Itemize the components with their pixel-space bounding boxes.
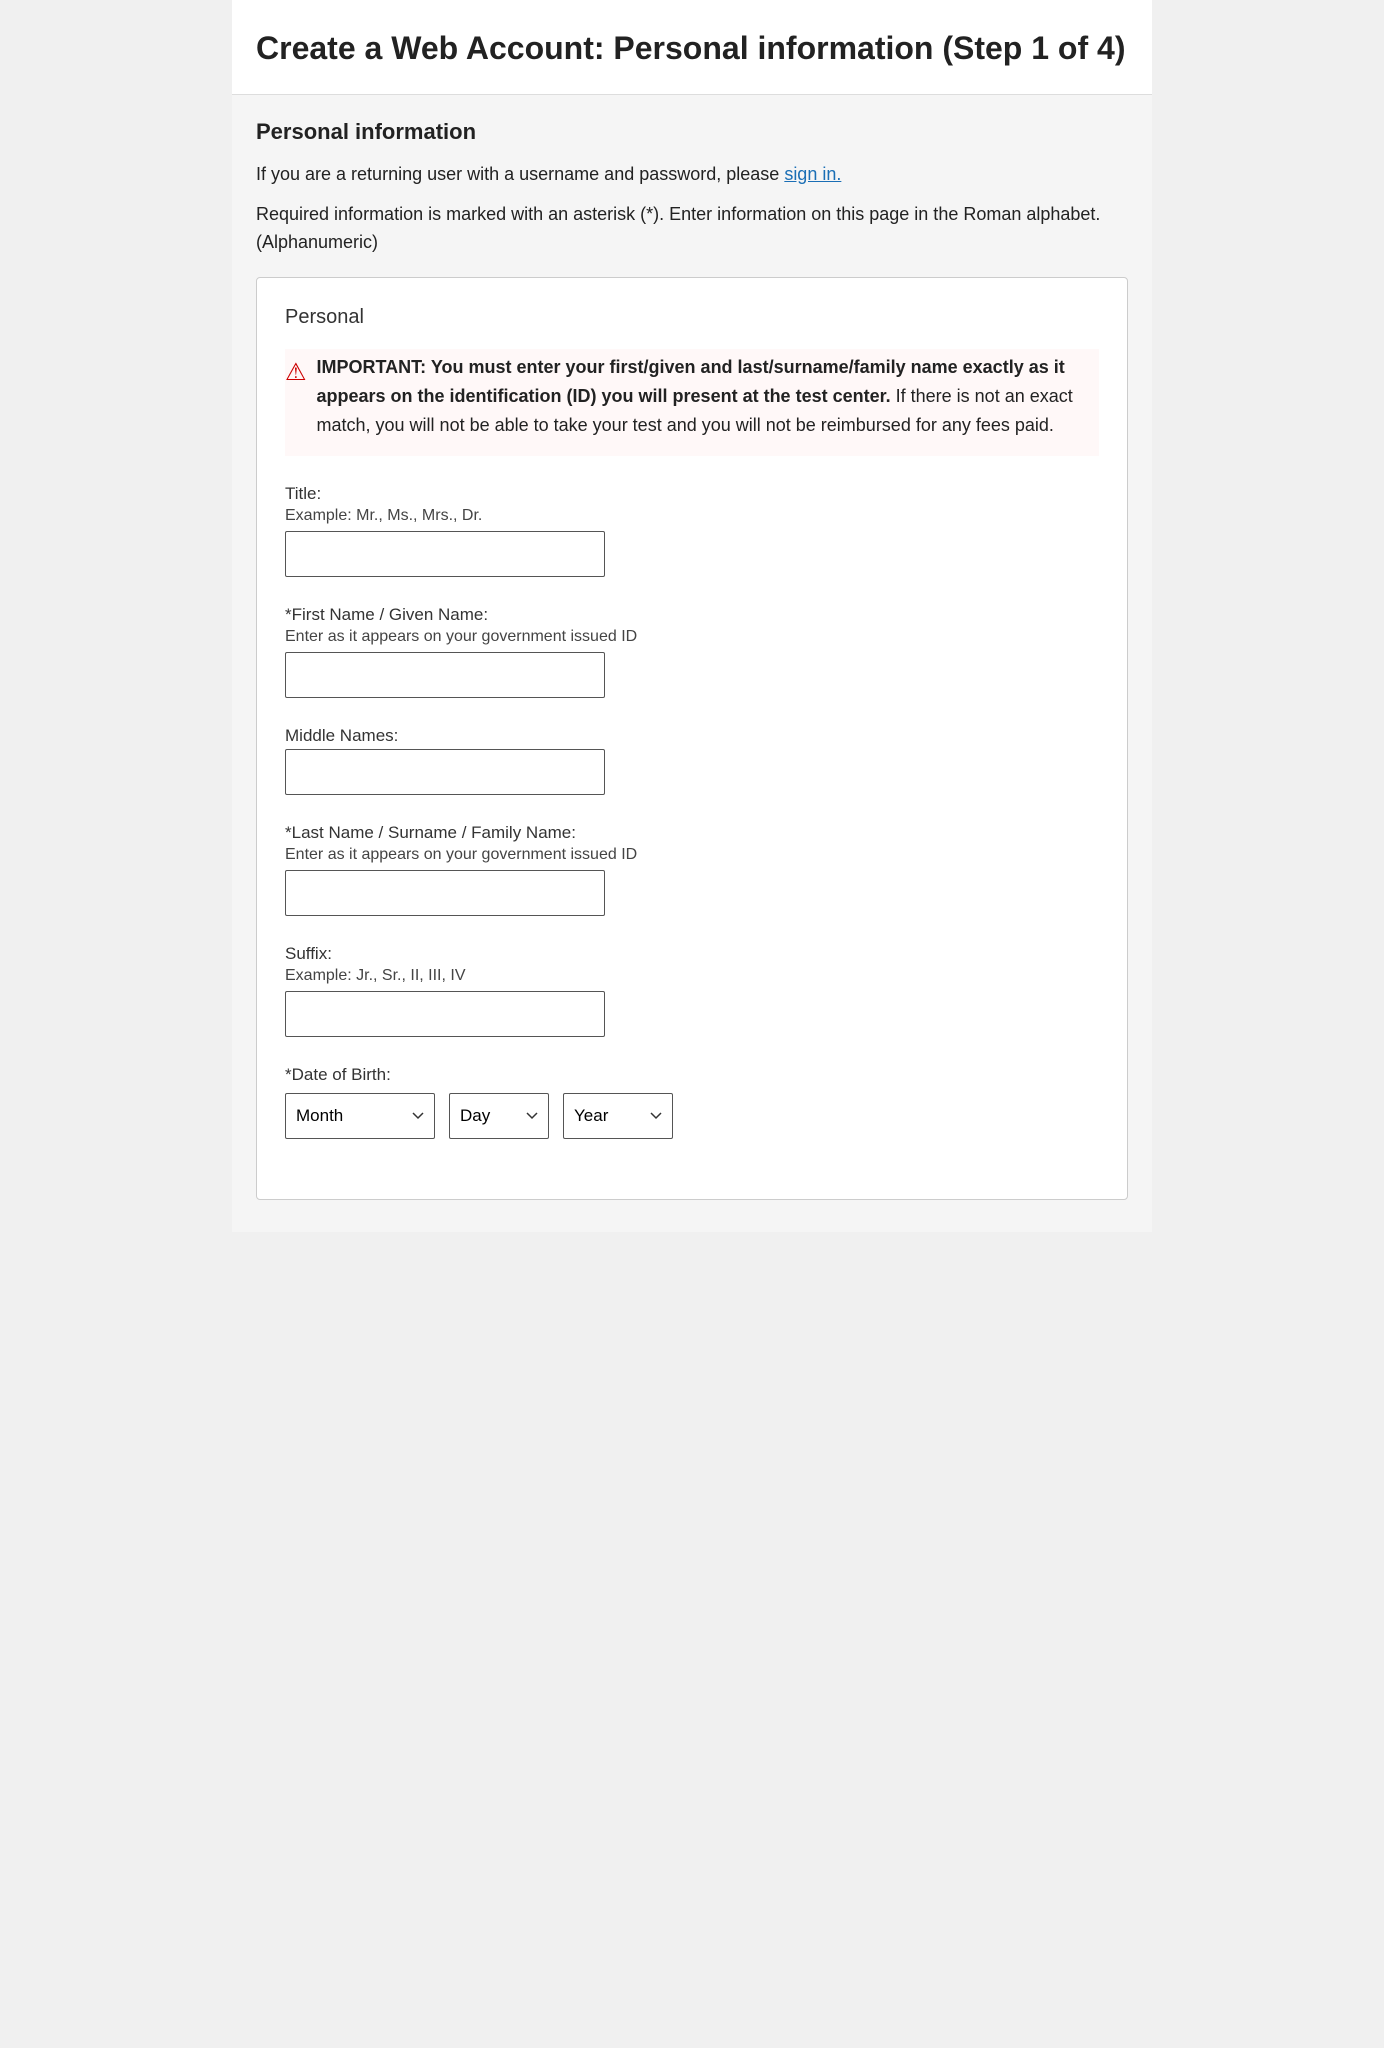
- dob-day-select[interactable]: Day // Inline days generation for (let i…: [449, 1093, 549, 1139]
- dob-year-select[interactable]: Year for (let y = 2025; y >= 1900; y--) …: [563, 1093, 673, 1139]
- sign-in-link[interactable]: sign in.: [784, 164, 841, 184]
- page-content: Personal information If you are a return…: [232, 95, 1152, 1232]
- middle-names-label: Middle Names:: [285, 726, 1099, 746]
- warning-icon: ⚠: [285, 354, 307, 392]
- form-card: Personal ⚠ IMPORTANT: You must enter you…: [256, 277, 1128, 1199]
- card-title: Personal: [285, 306, 1099, 329]
- first-name-input[interactable]: [285, 652, 605, 698]
- suffix-input[interactable]: [285, 991, 605, 1037]
- last-name-field-group: *Last Name / Surname / Family Name: Ente…: [285, 823, 1099, 916]
- page-title: Create a Web Account: Personal informati…: [232, 0, 1152, 95]
- dob-month-select[interactable]: Month January February March April May J…: [285, 1093, 435, 1139]
- suffix-label: Suffix:: [285, 944, 1099, 964]
- intro-text: If you are a returning user with a usern…: [256, 164, 779, 184]
- dob-row: Month January February March April May J…: [285, 1093, 1099, 1139]
- warning-text: IMPORTANT: You must enter your first/giv…: [317, 353, 1099, 439]
- suffix-field-group: Suffix: Example: Jr., Sr., II, III, IV: [285, 944, 1099, 1037]
- intro-paragraph: If you are a returning user with a usern…: [256, 161, 1128, 188]
- title-label: Title:: [285, 484, 1099, 504]
- title-input[interactable]: [285, 531, 605, 577]
- first-name-field-group: *First Name / Given Name: Enter as it ap…: [285, 605, 1099, 698]
- dob-field-group: *Date of Birth: Month January February M…: [285, 1065, 1099, 1139]
- first-name-label: *First Name / Given Name:: [285, 605, 1099, 625]
- warning-box: ⚠ IMPORTANT: You must enter your first/g…: [285, 349, 1099, 455]
- dob-label: *Date of Birth:: [285, 1065, 1099, 1085]
- last-name-label: *Last Name / Surname / Family Name:: [285, 823, 1099, 843]
- title-field-group: Title: Example: Mr., Ms., Mrs., Dr.: [285, 484, 1099, 577]
- section-heading: Personal information: [256, 119, 1128, 145]
- first-name-hint: Enter as it appears on your government i…: [285, 628, 1099, 646]
- last-name-input[interactable]: [285, 870, 605, 916]
- suffix-hint: Example: Jr., Sr., II, III, IV: [285, 967, 1099, 985]
- middle-names-input[interactable]: [285, 749, 605, 795]
- title-hint: Example: Mr., Ms., Mrs., Dr.: [285, 507, 1099, 525]
- required-note: Required information is marked with an a…: [256, 200, 1128, 258]
- last-name-hint: Enter as it appears on your government i…: [285, 846, 1099, 864]
- middle-names-field-group: Middle Names:: [285, 726, 1099, 795]
